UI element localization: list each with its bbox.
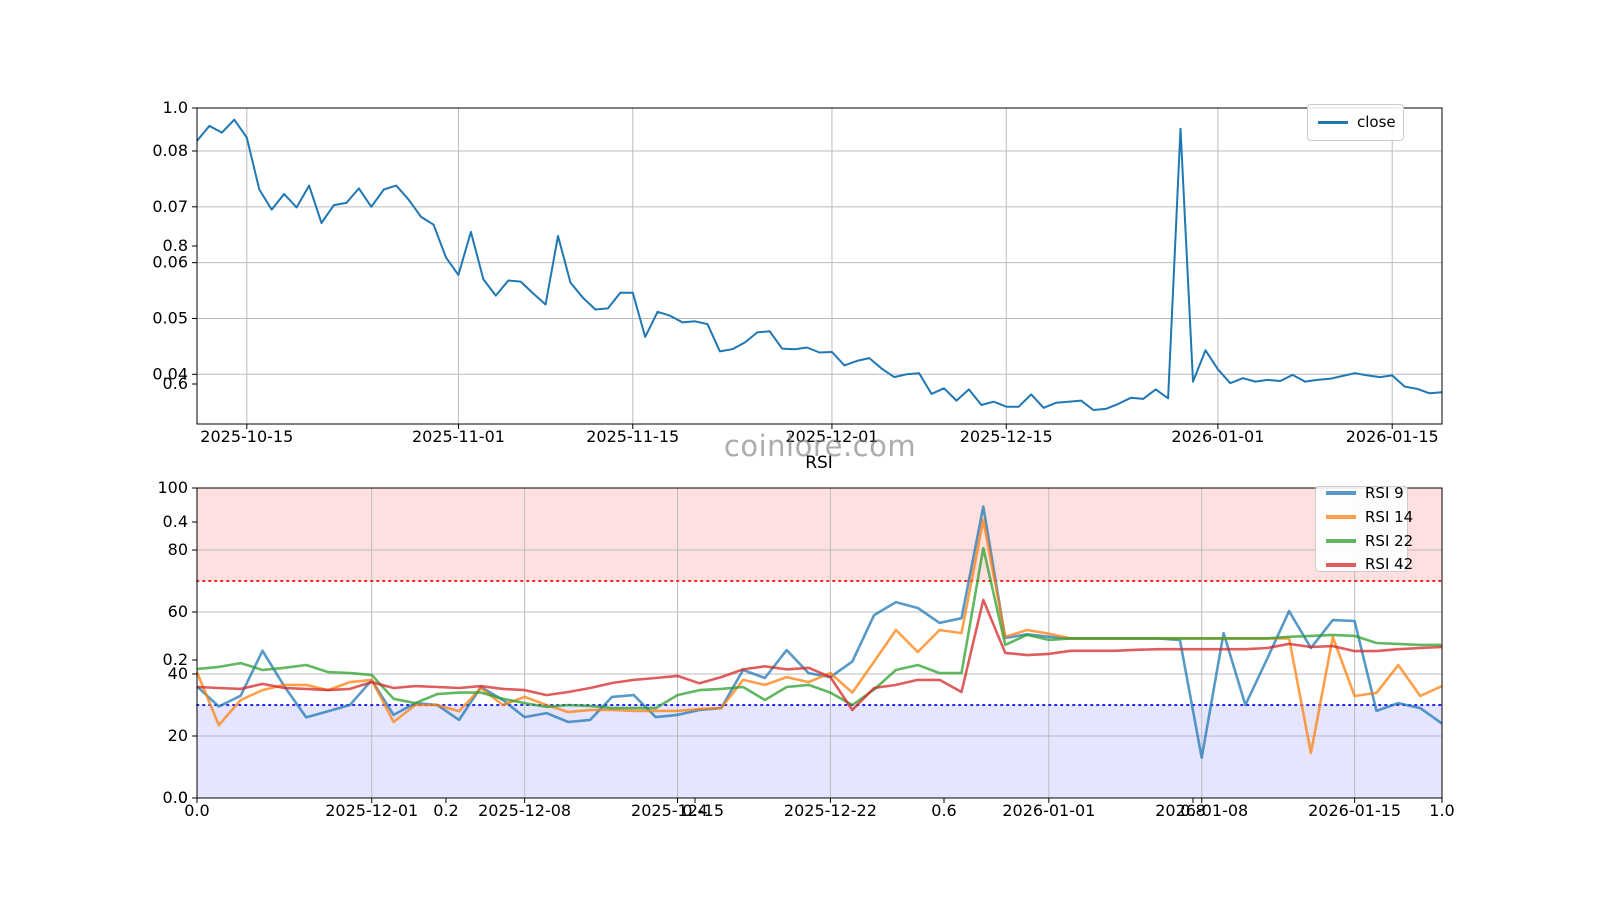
date-axis-label: 2026-01-15 xyxy=(1346,427,1439,446)
legend-entry-rsi-9: RSI 9 xyxy=(1326,484,1404,503)
overlay-y-axis-label: 0.0 xyxy=(163,788,188,807)
date-axis-label: 2025-12-01 xyxy=(325,801,418,820)
legend-label-rsi-42: RSI 42 xyxy=(1365,555,1414,574)
axes-frame xyxy=(196,107,1443,425)
close-line xyxy=(196,118,1443,411)
close-legend: close xyxy=(1307,104,1404,141)
value-axis-label: 0.07 xyxy=(152,197,188,216)
rsi-42-line xyxy=(196,598,1443,712)
date-axis-label: 2025-12-15 xyxy=(631,801,724,820)
legend-label-rsi-22: RSI 22 xyxy=(1365,531,1414,550)
overlay-x-axis-label: 0.4 xyxy=(682,801,707,820)
overlay-y-axis-label: 0.2 xyxy=(163,650,188,669)
value-axis-label: 0.08 xyxy=(152,141,188,160)
rsi-chart-title: RSI xyxy=(805,453,833,473)
date-axis-label: 2025-12-22 xyxy=(784,801,877,820)
value-axis-label: 60 xyxy=(168,602,188,621)
legend-entry-rsi-42: RSI 42 xyxy=(1326,555,1413,574)
date-axis-label: 2025-10-15 xyxy=(200,427,293,446)
rsi-14-line-swatch xyxy=(1326,515,1356,520)
rsi-legend: RSI 9 RSI 14 RSI 22 RSI 42 xyxy=(1315,484,1413,574)
overlay-x-axis-label: 1.0 xyxy=(1429,801,1454,820)
rsi-22-line-swatch xyxy=(1326,538,1356,543)
legend-entry-rsi-14: RSI 14 xyxy=(1326,508,1413,527)
overbought-band xyxy=(197,488,1442,581)
legend-entry-close: close xyxy=(1318,113,1396,132)
oversold-band xyxy=(197,705,1442,798)
date-axis-label: 2025-11-15 xyxy=(586,427,679,446)
date-axis-label: 2025-12-08 xyxy=(478,801,571,820)
overlay-x-axis-label: 0.6 xyxy=(931,801,956,820)
value-axis-label: 80 xyxy=(168,540,188,559)
close-line-swatch xyxy=(1318,121,1348,124)
rsi-9-line-swatch xyxy=(1326,491,1356,496)
legend-label-rsi-9: RSI 9 xyxy=(1365,484,1404,502)
date-axis-label: 2025-12-15 xyxy=(960,427,1053,446)
date-axis-label: 2026-01-01 xyxy=(1171,427,1264,446)
overlay-y-axis-label: 0.6 xyxy=(163,374,188,393)
legend-label-close: close xyxy=(1357,113,1396,132)
date-axis-label: 2026-01-01 xyxy=(1002,801,1095,820)
overlay-x-axis-label: 0.8 xyxy=(1180,801,1205,820)
value-axis-label: 20 xyxy=(168,726,188,745)
rsi-42-line-swatch xyxy=(1326,562,1356,567)
overlay-y-axis-label: 1.0 xyxy=(163,98,188,117)
value-axis-label: 0.05 xyxy=(152,308,188,327)
date-axis-label: 2026-01-15 xyxy=(1308,801,1401,820)
legend-entry-rsi-22: RSI 22 xyxy=(1326,532,1413,551)
overlay-y-axis-label: 0.8 xyxy=(163,236,188,255)
overlay-x-axis-label: 0.0 xyxy=(184,801,209,820)
value-axis-label: 100 xyxy=(157,478,188,497)
figure-canvas: 2025-10-15 2025-11-01 2025-11-15 2025-12-01… xyxy=(0,0,1600,900)
legend-label-rsi-14: RSI 14 xyxy=(1365,507,1414,526)
overlay-y-axis-label: 0.4 xyxy=(163,512,188,531)
overlay-x-axis-label: 0.2 xyxy=(433,801,458,820)
value-axis-label: 0.06 xyxy=(152,253,188,272)
date-axis-label: 2025-11-01 xyxy=(412,427,505,446)
